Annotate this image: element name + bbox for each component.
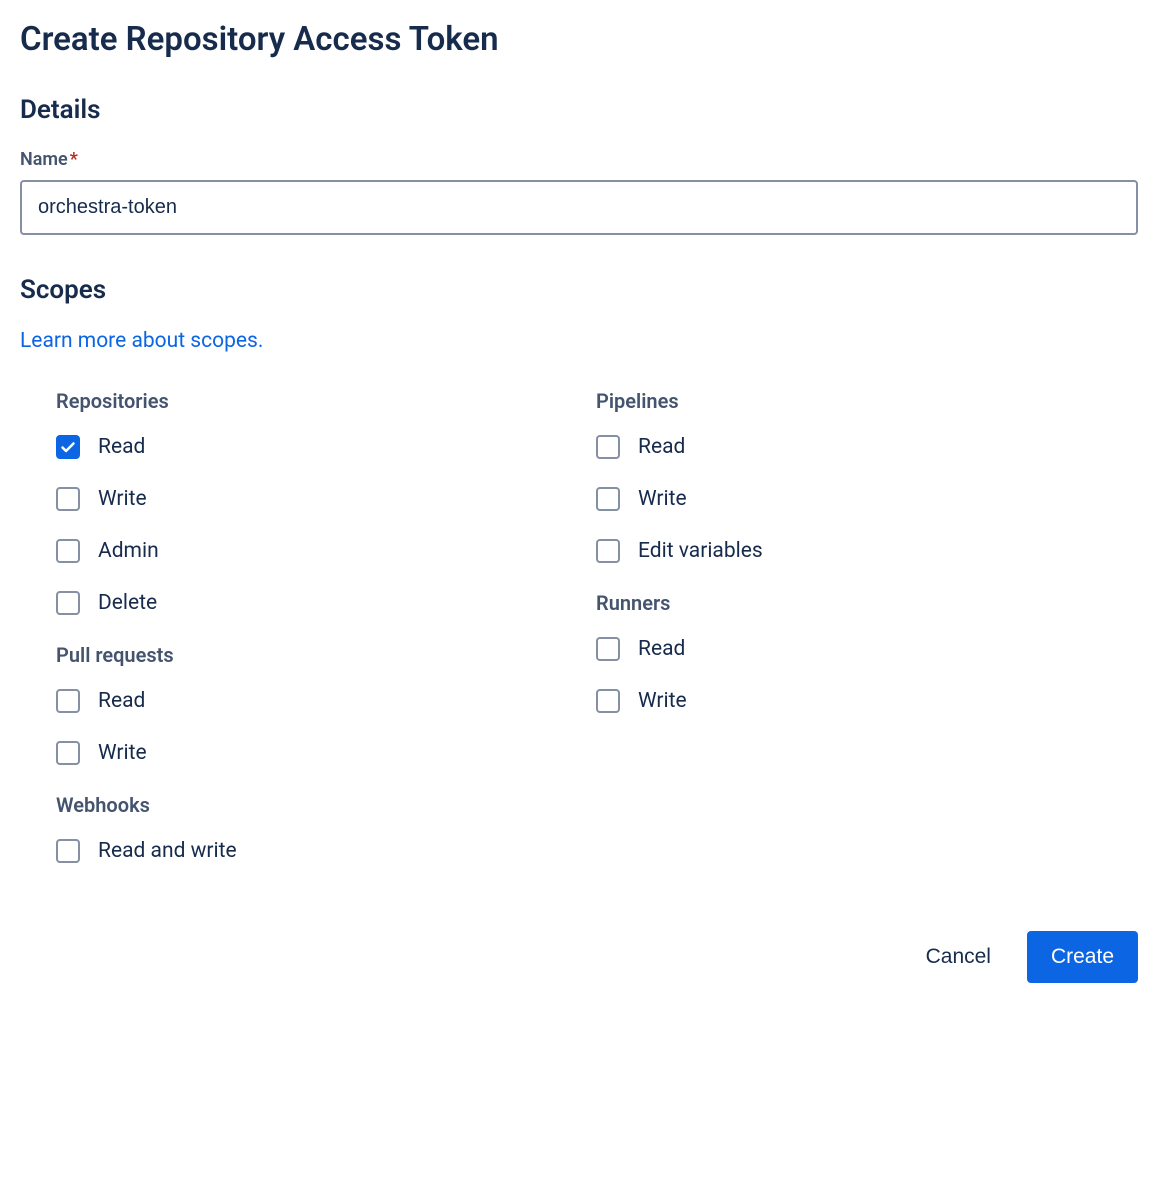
checkbox-label: Read	[98, 689, 145, 713]
scope-pipelines-write[interactable]: Write	[596, 487, 1076, 511]
checkbox-icon[interactable]	[56, 689, 80, 713]
checkbox-label: Admin	[98, 539, 159, 563]
name-field-label: Name*	[20, 149, 1138, 170]
checkbox-label: Edit variables	[638, 539, 763, 563]
checkbox-icon[interactable]	[596, 637, 620, 661]
checkbox-icon[interactable]	[596, 487, 620, 511]
footer-actions: Cancel Create	[20, 931, 1138, 983]
checkbox-icon[interactable]	[56, 741, 80, 765]
checkbox-icon[interactable]	[56, 435, 80, 459]
checkbox-label: Write	[98, 741, 147, 765]
scope-group-pipelines: Pipelines	[596, 389, 1076, 413]
page-title: Create Repository Access Token	[20, 20, 1138, 59]
checkbox-icon[interactable]	[56, 539, 80, 563]
checkbox-label: Read	[98, 435, 145, 459]
required-asterisk: *	[70, 149, 78, 170]
cancel-button[interactable]: Cancel	[918, 933, 999, 981]
scope-webhooks-read-and-write[interactable]: Read and write	[56, 839, 536, 863]
checkbox-icon[interactable]	[56, 487, 80, 511]
checkbox-label: Write	[638, 689, 687, 713]
scope-group-repositories: Repositories	[56, 389, 536, 413]
create-button[interactable]: Create	[1027, 931, 1138, 983]
scope-repositories-read[interactable]: Read	[56, 435, 536, 459]
checkbox-icon[interactable]	[56, 591, 80, 615]
checkbox-label: Read and write	[98, 839, 237, 863]
scope-pull-requests-read[interactable]: Read	[56, 689, 536, 713]
scope-repositories-admin[interactable]: Admin	[56, 539, 536, 563]
scope-group-webhooks: Webhooks	[56, 793, 536, 817]
checkbox-label: Write	[98, 487, 147, 511]
scope-group-runners: Runners	[596, 591, 1076, 615]
scopes-section-title: Scopes	[20, 275, 1138, 305]
learn-more-scopes-link[interactable]: Learn more about scopes.	[20, 329, 263, 353]
scope-pipelines-edit-variables[interactable]: Edit variables	[596, 539, 1076, 563]
checkbox-label: Delete	[98, 591, 157, 615]
scope-pull-requests-write[interactable]: Write	[56, 741, 536, 765]
name-input[interactable]	[20, 180, 1138, 235]
scope-runners-write[interactable]: Write	[596, 689, 1076, 713]
checkbox-icon[interactable]	[596, 539, 620, 563]
scopes-container: Repositories Read Write Admin Delete Pull req…	[20, 389, 1138, 891]
scope-pipelines-read[interactable]: Read	[596, 435, 1076, 459]
name-label-text: Name	[20, 149, 68, 170]
scope-runners-read[interactable]: Read	[596, 637, 1076, 661]
checkbox-icon[interactable]	[596, 435, 620, 459]
checkbox-label: Read	[638, 435, 685, 459]
scopes-left-column: Repositories Read Write Admin Delete Pull req…	[56, 389, 536, 891]
scopes-right-column: Pipelines Read Write Edit variables Runners R…	[596, 389, 1076, 891]
scope-group-pull-requests: Pull requests	[56, 643, 536, 667]
scope-repositories-delete[interactable]: Delete	[56, 591, 536, 615]
checkbox-label: Write	[638, 487, 687, 511]
checkbox-icon[interactable]	[56, 839, 80, 863]
details-section-title: Details	[20, 95, 1138, 125]
checkbox-icon[interactable]	[596, 689, 620, 713]
checkbox-label: Read	[638, 637, 685, 661]
scope-repositories-write[interactable]: Write	[56, 487, 536, 511]
